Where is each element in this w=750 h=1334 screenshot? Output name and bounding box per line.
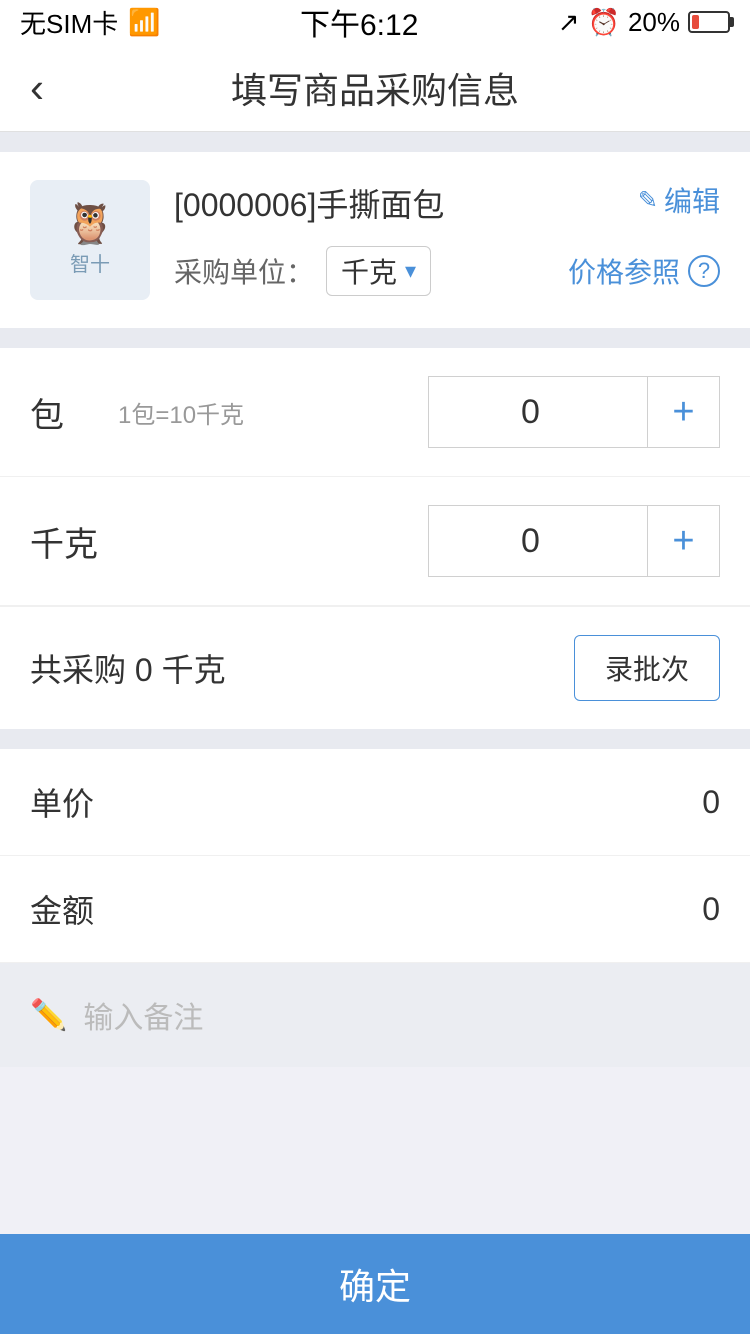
note-pencil-icon: ✏️ (30, 998, 67, 1033)
bao-controls: + (428, 376, 720, 448)
carrier-text: 无SIM卡 (20, 4, 118, 41)
product-image-subtext: 智十 (70, 248, 110, 277)
price-info-section: 单价 0 金额 0 (0, 749, 750, 963)
product-name: [0000006]手撕面包 (174, 180, 638, 226)
product-card: 🦉 智十 [0000006]手撕面包 ✎ 编辑 采购单位： 千克 ▾ 价格参照 (0, 152, 750, 328)
amount-value: 0 (702, 891, 720, 928)
confirm-button[interactable]: 确定 (0, 1234, 750, 1334)
alarm-icon: ⏰ (588, 7, 620, 38)
kg-label: 千克 (30, 517, 110, 566)
product-image: 🦉 智十 (30, 180, 150, 300)
unit-select[interactable]: 千克 ▾ (326, 246, 431, 296)
kg-input-row: 千克 + (0, 477, 750, 606)
lower-divider (0, 729, 750, 749)
bao-sub: 1包=10千克 (118, 395, 428, 430)
kg-input[interactable] (428, 505, 648, 577)
nav-bar: ‹ 填写商品采购信息 (0, 44, 750, 132)
bao-plus-button[interactable]: + (648, 376, 720, 448)
product-info: [0000006]手撕面包 ✎ 编辑 采购单位： 千克 ▾ 价格参照 ? (174, 180, 720, 296)
battery-percent: 20% (628, 7, 680, 38)
kg-plus-button[interactable]: + (648, 505, 720, 577)
unit-label: 采购单位： (174, 251, 314, 291)
amount-label: 金额 (30, 886, 94, 932)
edit-icon: ✎ (638, 186, 658, 215)
unit-row: 采购单位： 千克 ▾ 价格参照 ? (174, 246, 720, 296)
status-right: ↗ ⏰ 20% (558, 7, 730, 38)
batch-button[interactable]: 录批次 (574, 635, 720, 701)
location-icon: ↗ (558, 7, 580, 38)
unit-price-value: 0 (702, 784, 720, 821)
unit-price-row: 单价 0 (0, 749, 750, 856)
wifi-icon: 📶 (128, 7, 160, 38)
status-time: 下午6:12 (300, 0, 418, 44)
status-bar: 无SIM卡 📶 下午6:12 ↗ ⏰ 20% (0, 0, 750, 44)
summary-text: 共采购 0 千克 (30, 645, 226, 691)
mid-divider (0, 328, 750, 348)
price-ref-button[interactable]: 价格参照 ? (568, 251, 720, 291)
product-owl-icon: 🦉 (65, 204, 115, 244)
note-section[interactable]: ✏️ 输入备注 (0, 963, 750, 1067)
bao-input[interactable] (428, 376, 648, 448)
page-title: 填写商品采购信息 (231, 62, 519, 114)
back-button[interactable]: ‹ (30, 64, 64, 112)
status-left: 无SIM卡 📶 (20, 4, 161, 41)
edit-button[interactable]: ✎ 编辑 (638, 180, 720, 220)
bottom-padding (0, 1067, 750, 1187)
product-header: [0000006]手撕面包 ✎ 编辑 (174, 180, 720, 226)
unit-dropdown-arrow: ▾ (405, 258, 416, 284)
price-ref-icon: ? (688, 255, 720, 287)
amount-row: 金额 0 (0, 856, 750, 963)
bao-label: 包 (30, 388, 110, 437)
bao-input-row: 包 1包=10千克 + (0, 348, 750, 477)
quantity-section: 包 1包=10千克 + 千克 + (0, 348, 750, 606)
note-placeholder: 输入备注 (83, 993, 203, 1037)
top-divider (0, 132, 750, 152)
battery-icon (688, 11, 730, 33)
unit-price-label: 单价 (30, 779, 94, 825)
kg-controls: + (428, 505, 720, 577)
summary-row: 共采购 0 千克 录批次 (0, 606, 750, 729)
